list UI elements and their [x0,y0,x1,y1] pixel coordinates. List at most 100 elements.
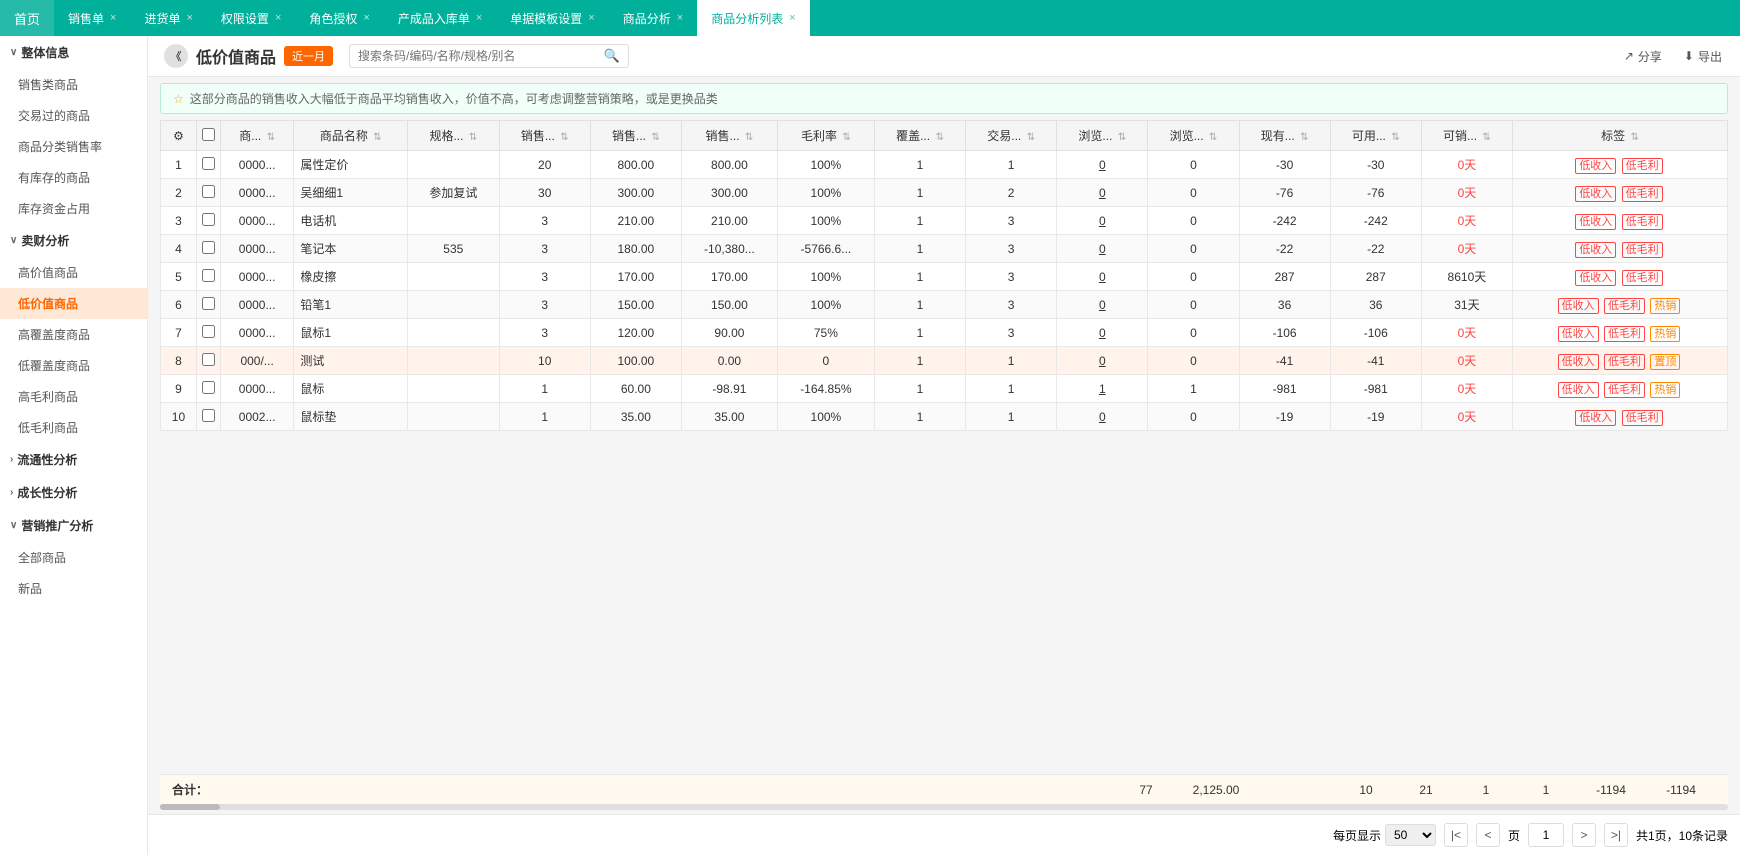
cell-browse1[interactable]: 1 [1057,375,1148,403]
table-container[interactable]: ⚙ 商... ⇅ 商品名称 ⇅ 规格... ⇅ 销售... ⇅ 销售... ⇅ … [160,120,1728,774]
scrollbar-thumb[interactable] [160,804,220,810]
nav-sales[interactable]: 销售单 × [54,0,130,36]
share-button[interactable]: ↗ 分享 [1618,45,1668,68]
sidebar-item-all-goods[interactable]: 全部商品 [0,542,147,573]
col-sales-qty[interactable]: 销售... ⇅ [499,121,590,151]
sidebar-item-traded-goods[interactable]: 交易过的商品 [0,100,147,131]
col-browse2[interactable]: 浏览... ⇅ [1148,121,1239,151]
col-code[interactable]: 商... ⇅ [220,121,293,151]
sidebar-item-low-margin[interactable]: 低毛利商品 [0,412,147,443]
cell-browse1[interactable]: 0 [1057,179,1148,207]
col-spec[interactable]: 规格... ⇅ [408,121,500,151]
sidebar-item-low-value[interactable]: 低价值商品 [0,288,147,319]
total-coverage: 10 [1336,783,1396,797]
row-checkbox[interactable] [202,185,215,198]
col-checkbox[interactable] [196,121,220,151]
sidebar-item-low-coverage[interactable]: 低覆盖度商品 [0,350,147,381]
row-checkbox[interactable] [202,241,215,254]
cell-browse1[interactable]: 0 [1057,207,1148,235]
cell-browse1[interactable]: 0 [1057,291,1148,319]
first-page-button[interactable]: |< [1444,823,1468,847]
cell-browse1[interactable]: 0 [1057,347,1148,375]
nav-template[interactable]: 单据模板设置 × [496,0,608,36]
row-checkbox[interactable] [202,157,215,170]
cell-checkbox[interactable] [196,263,220,291]
cell-browse1[interactable]: 0 [1057,319,1148,347]
cell-checkbox[interactable] [196,179,220,207]
cell-browse1[interactable]: 0 [1057,235,1148,263]
col-browse1[interactable]: 浏览... ⇅ [1057,121,1148,151]
export-button[interactable]: ⬇ 导出 [1678,45,1728,68]
sidebar-group-financial[interactable]: ∨ 卖财分析 [0,224,147,257]
col-sales-price[interactable]: 销售... ⇅ [590,121,681,151]
cell-checkbox[interactable] [196,319,220,347]
cell-checkbox[interactable] [196,207,220,235]
nav-analysis[interactable]: 商品分析 × [609,0,697,36]
cell-checkbox[interactable] [196,403,220,431]
sidebar-item-stock-goods[interactable]: 有库存的商品 [0,162,147,193]
cell-checkbox[interactable] [196,347,220,375]
col-available[interactable]: 可用... ⇅ [1330,121,1421,151]
col-margin[interactable]: 毛利率 ⇅ [777,121,874,151]
row-checkbox[interactable] [202,325,215,338]
cell-browse1[interactable]: 0 [1057,403,1148,431]
sidebar-item-high-margin[interactable]: 高毛利商品 [0,381,147,412]
col-tags[interactable]: 标签 ⇅ [1512,121,1727,151]
sidebar-group-marketing[interactable]: ∨ 营销推广分析 [0,509,147,542]
date-tag-button[interactable]: 近一月 [284,46,333,66]
cell-checkbox[interactable] [196,235,220,263]
row-checkbox[interactable] [202,409,215,422]
row-checkbox[interactable] [202,269,215,282]
col-trade[interactable]: 交易... ⇅ [966,121,1057,151]
search-input[interactable] [358,49,604,63]
sidebar-group-growth[interactable]: › 成长性分析 [0,476,147,509]
nav-role[interactable]: 角色授权 × [295,0,383,36]
cell-checkbox[interactable] [196,375,220,403]
page-input[interactable] [1528,823,1564,847]
sidebar-item-sales-goods[interactable]: 销售类商品 [0,69,147,100]
select-all-checkbox[interactable] [202,128,215,141]
row-checkbox[interactable] [202,213,215,226]
row-checkbox[interactable] [202,353,215,366]
close-role-icon[interactable]: × [363,12,369,24]
col-sales-amount[interactable]: 销售... ⇅ [681,121,777,151]
col-settings[interactable]: ⚙ [161,121,197,151]
cell-saleable: 0天 [1421,151,1512,179]
last-page-button[interactable]: >| [1604,823,1628,847]
col-current[interactable]: 现有... ⇅ [1239,121,1330,151]
search-icon[interactable]: 🔍 [604,48,620,64]
close-permission-icon[interactable]: × [275,12,281,24]
nav-home[interactable]: 首页 [0,0,54,36]
cell-browse1[interactable]: 0 [1057,263,1148,291]
cell-checkbox[interactable] [196,291,220,319]
nav-analysis-list[interactable]: 商品分析列表 × [697,0,809,36]
sidebar-item-new-goods[interactable]: 新品 [0,573,147,604]
close-analysis-list-icon[interactable]: × [789,12,795,24]
close-purchase-icon[interactable]: × [186,12,192,24]
sidebar-group-circulation[interactable]: › 流通性分析 [0,443,147,476]
nav-purchase[interactable]: 进货单 × [130,0,206,36]
row-checkbox[interactable] [202,297,215,310]
sidebar-item-capital[interactable]: 库存资金占用 [0,193,147,224]
close-template-icon[interactable]: × [588,12,594,24]
cell-browse1[interactable]: 0 [1057,151,1148,179]
cell-saleable: 0天 [1421,207,1512,235]
next-page-button[interactable]: > [1572,823,1596,847]
collapse-button[interactable]: 《 [164,44,188,68]
sidebar-item-high-value[interactable]: 高价值商品 [0,257,147,288]
nav-inbound[interactable]: 产成品入库单 × [384,0,496,36]
prev-page-button[interactable]: < [1476,823,1500,847]
col-name[interactable]: 商品名称 ⇅ [294,121,408,151]
close-sales-icon[interactable]: × [110,12,116,24]
nav-permission[interactable]: 权限设置 × [207,0,295,36]
col-coverage[interactable]: 覆盖... ⇅ [874,121,965,151]
cell-checkbox[interactable] [196,151,220,179]
row-checkbox[interactable] [202,381,215,394]
per-page-select[interactable]: 50 100 200 [1385,824,1436,846]
close-analysis-icon[interactable]: × [677,12,683,24]
col-saleable[interactable]: 可销... ⇅ [1421,121,1512,151]
close-inbound-icon[interactable]: × [476,12,482,24]
sidebar-item-category-rate[interactable]: 商品分类销售率 [0,131,147,162]
sidebar-group-overall[interactable]: ∨ 整体信息 [0,36,147,69]
sidebar-item-high-coverage[interactable]: 高覆盖度商品 [0,319,147,350]
